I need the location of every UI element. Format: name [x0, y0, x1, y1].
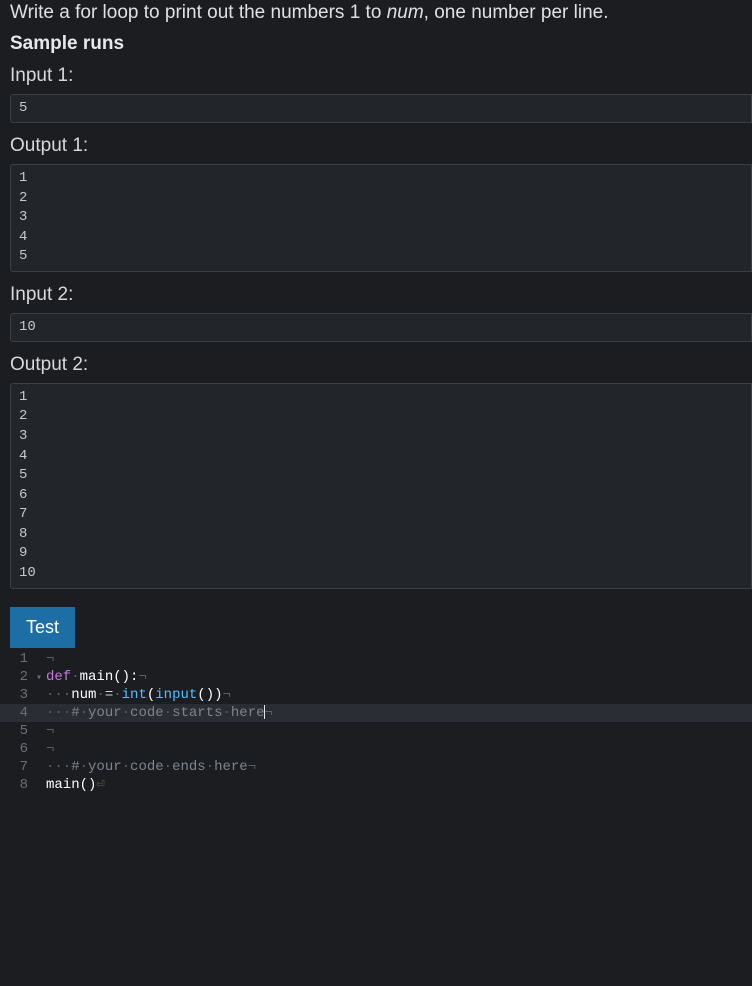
output1-box: 1 2 3 4 5 [10, 164, 752, 272]
code-line[interactable]: 4 ···#·your·code·starts·here¬ [0, 704, 752, 722]
sample-runs-heading: Sample runs [10, 31, 752, 58]
prompt-em: num [387, 2, 424, 23]
line-number: 7 [0, 758, 36, 776]
code-content[interactable]: ···num·=·int(input())¬ [46, 686, 231, 704]
input2-box: 10 [10, 313, 752, 343]
prompt-before: Write a for loop to print out the number… [10, 2, 387, 23]
input1-label: Input 1: [10, 63, 752, 90]
line-number: 2 [0, 668, 36, 686]
tab-test[interactable]: Test [10, 607, 75, 648]
code-line[interactable]: 3 ···num·=·int(input())¬ [0, 686, 752, 704]
fold-icon [36, 704, 46, 722]
line-number: 1 [0, 650, 36, 668]
line-number: 3 [0, 686, 36, 704]
input1-box: 5 [10, 94, 752, 124]
code-content[interactable]: ···#·your·code·starts·here¬ [46, 704, 273, 722]
line-number: 6 [0, 740, 36, 758]
input2-label: Input 2: [10, 282, 752, 309]
code-line[interactable]: 8 main()⏎ [0, 776, 752, 794]
code-line[interactable]: 2▾def·main():¬ [0, 668, 752, 686]
line-number: 5 [0, 722, 36, 740]
code-line[interactable]: 5¬ [0, 722, 752, 740]
prompt-after: , one number per line. [424, 2, 609, 23]
fold-icon [36, 686, 46, 704]
code-content[interactable]: ¬ [46, 650, 54, 668]
code-line[interactable]: 1¬ [0, 650, 752, 668]
fold-icon [36, 650, 46, 668]
tab-row: Test [10, 607, 752, 648]
fold-icon[interactable]: ▾ [36, 668, 46, 686]
code-content[interactable]: def·main():¬ [46, 668, 147, 686]
output2-box: 1 2 3 4 5 6 7 8 9 10 [10, 383, 752, 589]
code-line[interactable]: 7 ···#·your·code·ends·here¬ [0, 758, 752, 776]
code-line[interactable]: 6¬ [0, 740, 752, 758]
fold-icon [36, 758, 46, 776]
fold-icon [36, 722, 46, 740]
output2-label: Output 2: [10, 352, 752, 379]
line-number: 4 [0, 704, 36, 722]
code-content[interactable]: ¬ [46, 740, 54, 758]
fold-icon [36, 776, 46, 794]
fold-icon [36, 740, 46, 758]
code-editor[interactable]: 1¬2▾def·main():¬3···num·=·int(input())¬4… [0, 648, 752, 794]
line-number: 8 [0, 776, 36, 794]
code-content[interactable]: main()⏎ [46, 776, 105, 794]
output1-label: Output 1: [10, 133, 752, 160]
code-content[interactable]: ···#·your·code·ends·here¬ [46, 758, 256, 776]
code-content[interactable]: ¬ [46, 722, 54, 740]
problem-prompt: Write a for loop to print out the number… [10, 0, 752, 27]
